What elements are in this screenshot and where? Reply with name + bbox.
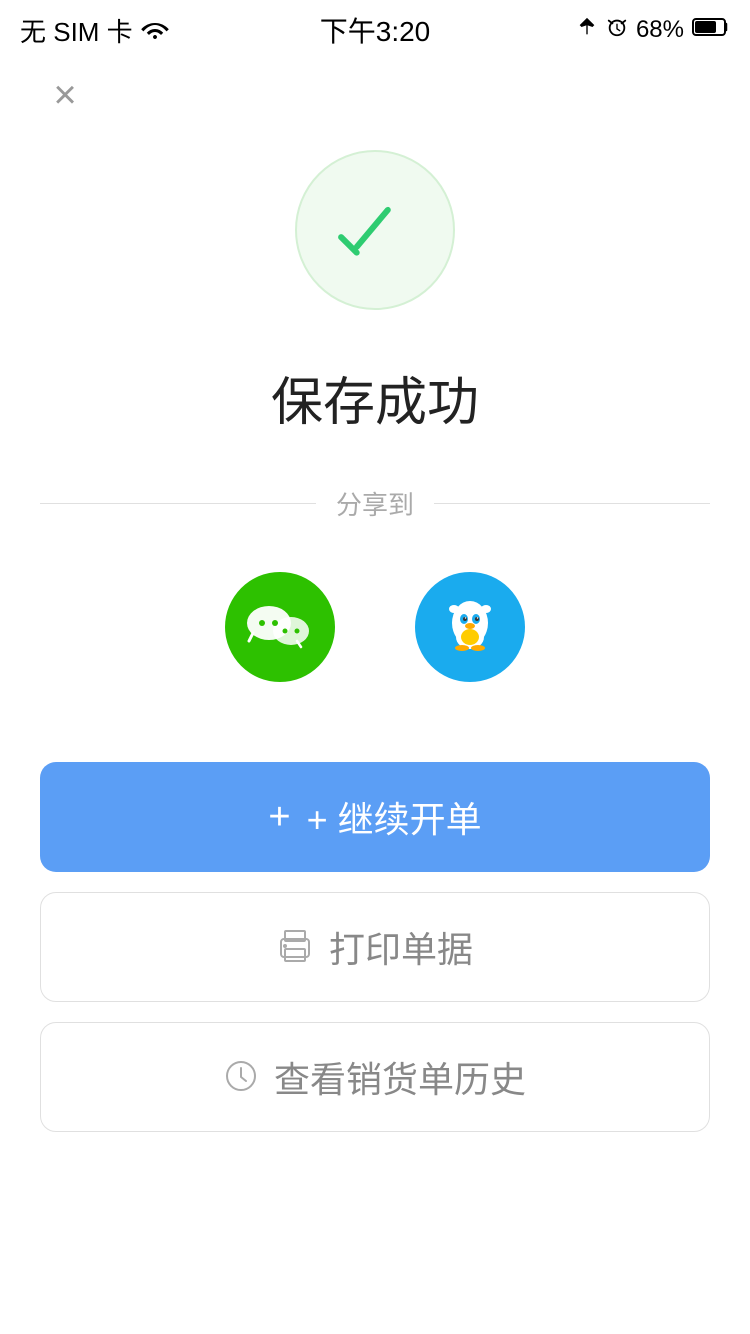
success-title: 保存成功: [271, 360, 479, 435]
continue-button-label: + 继续开单: [307, 791, 482, 843]
history-button-label: 查看销货单历史: [274, 1051, 526, 1103]
history-button[interactable]: 查看销货单历史: [40, 1022, 710, 1132]
status-right: 68%: [576, 16, 730, 45]
success-circle: [295, 150, 455, 310]
close-icon: ×: [53, 75, 76, 115]
divider-line-right: [434, 503, 710, 504]
battery-text: 68%: [636, 16, 684, 44]
wifi-icon: [141, 15, 169, 46]
location-icon: [576, 16, 598, 45]
plus-icon: +: [268, 796, 290, 839]
checkmark-icon: [335, 200, 415, 260]
share-divider: 分享到: [40, 485, 710, 522]
status-left: 无 SIM 卡: [20, 12, 169, 49]
no-sim-text: 无 SIM 卡: [20, 12, 133, 49]
print-button-label: 打印单据: [329, 921, 473, 973]
close-button[interactable]: ×: [40, 70, 90, 120]
wechat-share-button[interactable]: [225, 572, 335, 682]
print-icon: [277, 929, 313, 966]
alarm-icon: [606, 16, 628, 45]
status-time: 下午3:20: [320, 10, 431, 50]
continue-button[interactable]: + + 继续开单: [40, 762, 710, 872]
qq-share-button[interactable]: [415, 572, 525, 682]
status-bar: 无 SIM 卡 下午3:20 68%: [0, 0, 750, 60]
share-row: [225, 572, 525, 682]
clock-icon: [224, 1059, 258, 1096]
print-button[interactable]: 打印单据: [40, 892, 710, 1002]
action-buttons: + + 继续开单 打印单据 查看销货单历: [40, 762, 710, 1132]
main-content: 保存成功 分享到: [0, 90, 750, 1132]
share-label: 分享到: [316, 485, 434, 522]
battery-icon: [692, 16, 730, 44]
divider-line-left: [40, 503, 316, 504]
